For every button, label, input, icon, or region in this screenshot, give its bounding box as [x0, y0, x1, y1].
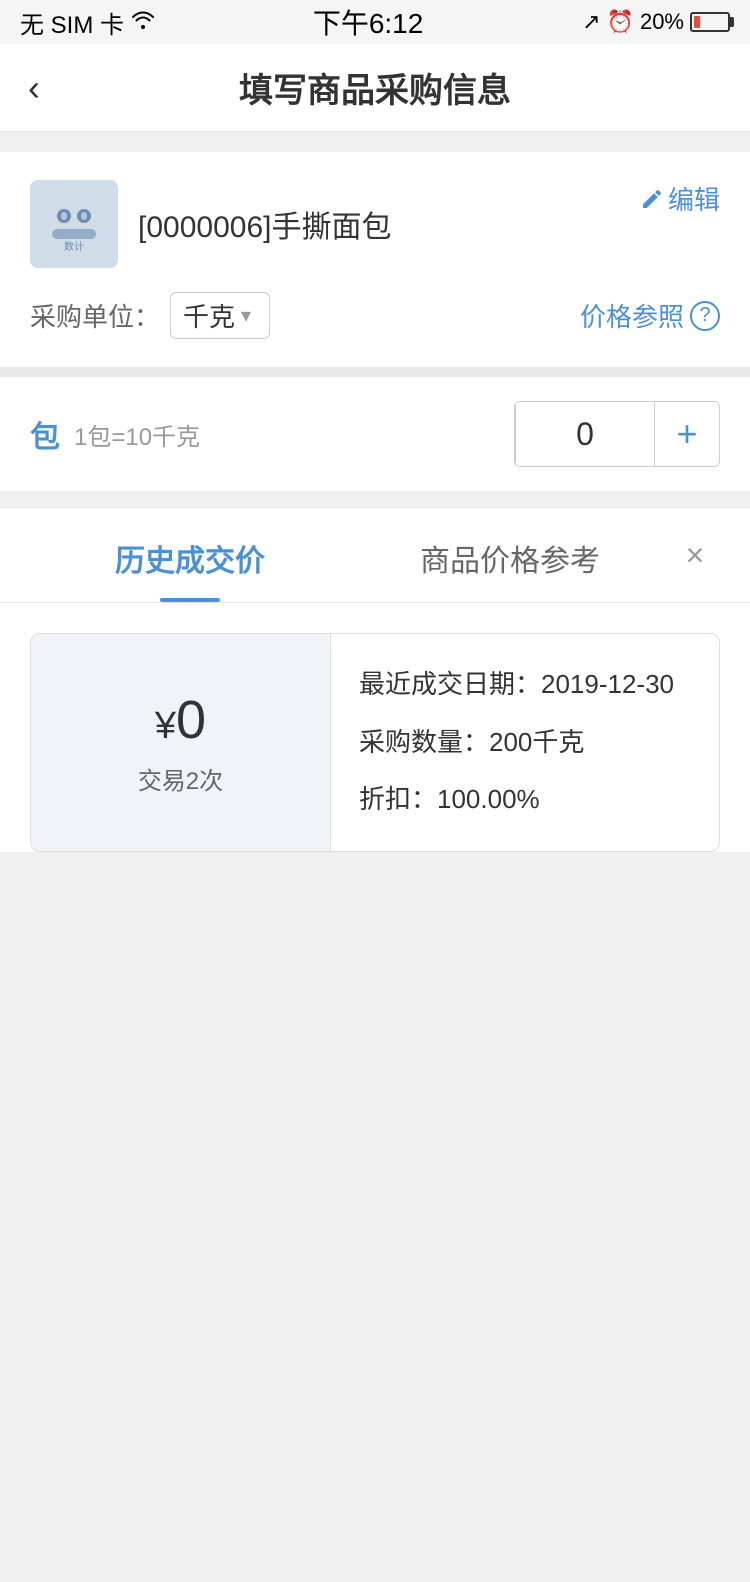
svg-text:数计: 数计: [64, 240, 84, 253]
quantity-row: 包 1包=10千克 +: [0, 377, 750, 491]
package-equivalent: 1包=10千克: [74, 417, 200, 452]
product-image: 数计: [30, 180, 118, 268]
status-time: 下午6:12: [313, 2, 424, 42]
price-details: 最近成交日期：2019-12-30 采购数量：200千克 折扣：100.00%: [331, 634, 719, 851]
main-background: [0, 882, 750, 1582]
yen-symbol: ¥: [155, 705, 176, 747]
location-icon: ↗: [582, 9, 600, 35]
product-info: [0000006]手撕面包: [138, 202, 391, 246]
product-header: 数计 [0000006]手撕面包 编辑: [30, 180, 720, 268]
recent-date-row: 最近成交日期：2019-12-30: [359, 664, 691, 706]
battery-percent: 20%: [640, 9, 684, 35]
trade-count: 交易2次: [138, 761, 223, 796]
status-bar: 无 SIM 卡 下午6:12 ↗ ⏰ 20%: [0, 0, 750, 44]
edit-button[interactable]: 编辑: [640, 180, 720, 217]
product-card: 数计 [0000006]手撕面包 编辑 采购单位： 千克 ▾: [0, 152, 750, 367]
history-price-card: ¥0 交易2次 最近成交日期：2019-12-30 采购数量：200千克 折扣：…: [30, 633, 720, 852]
page-title: 填写商品采购信息: [239, 63, 511, 112]
help-icon: ?: [690, 301, 720, 331]
unit-select[interactable]: 千克 ▾: [170, 292, 270, 339]
price-summary: ¥0 交易2次: [31, 634, 331, 851]
package-label: 包: [30, 412, 60, 456]
divider: [0, 367, 750, 377]
wifi-icon: [132, 8, 154, 36]
back-button[interactable]: ‹: [28, 67, 40, 109]
product-left: 数计 [0000006]手撕面包: [30, 180, 391, 268]
quantity-plus-button[interactable]: +: [655, 402, 719, 466]
quantity-label: 包 1包=10千克: [30, 412, 200, 456]
quantity-input[interactable]: [515, 402, 655, 466]
status-left: 无 SIM 卡: [20, 5, 154, 40]
alarm-icon: ⏰: [607, 9, 634, 35]
price-amount: ¥0: [155, 689, 206, 751]
tab-product-price-ref[interactable]: 商品价格参考: [350, 508, 670, 602]
purchase-qty-row: 采购数量：200千克: [359, 722, 691, 764]
nav-header: ‹ 填写商品采购信息: [0, 44, 750, 132]
price-ref-button[interactable]: 价格参照 ?: [580, 297, 720, 334]
quantity-control: +: [514, 401, 720, 467]
tab-history-price[interactable]: 历史成交价: [30, 508, 350, 602]
tabs-close-button[interactable]: ×: [670, 530, 720, 580]
tabs-container: 历史成交价 商品价格参考 × ¥0 交易2次 最近成交日期：2019-12-30…: [0, 507, 750, 852]
status-right: ↗ ⏰ 20%: [582, 9, 730, 35]
unit-value: 千克: [183, 297, 235, 334]
carrier-text: 无 SIM 卡: [20, 5, 124, 40]
product-unit-row: 采购单位： 千克 ▾ 价格参照 ?: [30, 292, 720, 339]
edit-label: 编辑: [668, 180, 720, 217]
discount-row: 折扣：100.00%: [359, 779, 691, 821]
dropdown-icon: ▾: [241, 303, 251, 328]
product-name: [0000006]手撕面包: [138, 202, 391, 246]
unit-label: 采购单位： 千克 ▾: [30, 292, 270, 339]
tabs-header: 历史成交价 商品价格参考 ×: [0, 508, 750, 603]
battery-icon: [690, 12, 730, 32]
